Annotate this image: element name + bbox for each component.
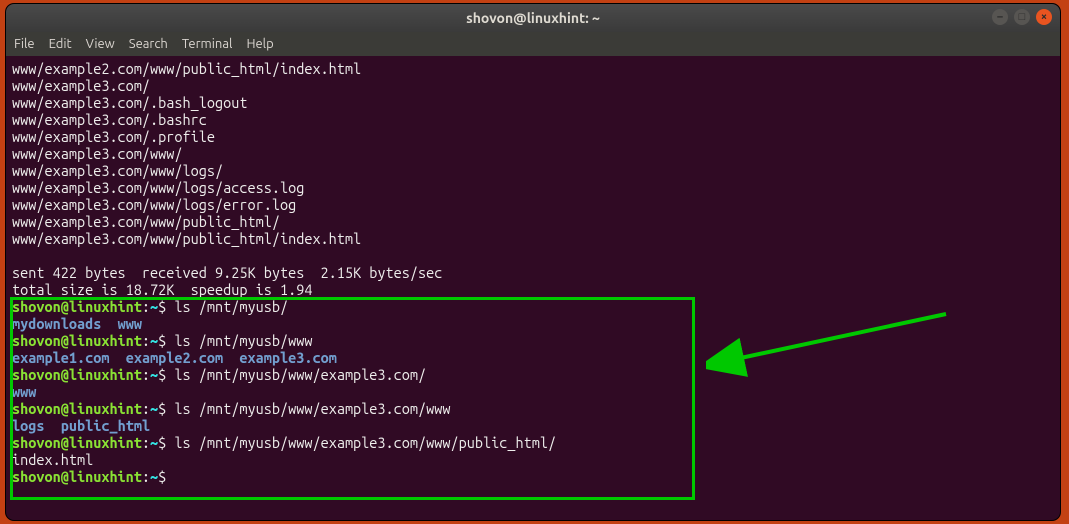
minimize-button[interactable]: – [992,9,1008,25]
window-controls: – □ × [992,9,1052,25]
menu-file[interactable]: File [14,37,35,51]
menu-bar: File Edit View Search Terminal Help [6,32,1060,56]
prompt-user: shovon@linuxhint [12,298,142,315]
dir-entry: www [12,383,36,400]
prompt-user: shovon@linuxhint [12,366,142,383]
output-line: www/example2.com/www/public_html/index.h… [12,60,361,77]
prompt-sep: : [142,400,150,417]
menu-help[interactable]: Help [246,37,273,51]
prompt-path: ~ [150,468,158,485]
dir-entry: public_html [61,417,150,434]
prompt-user: shovon@linuxhint [12,434,142,451]
dir-entry: mydownloads [12,315,101,332]
prompt-user: shovon@linuxhint [12,400,142,417]
output-line: total size is 18.72K speedup is 1.94 [12,281,312,298]
output-line: www/example3.com/.bash_logout [12,94,247,111]
command-text: ls /mnt/myusb/www/example3.com/www/publi… [174,434,556,451]
dir-entry: example3.com [239,349,336,366]
output-line: www/example3.com/www/public_html/index.h… [12,230,361,247]
dir-entry: logs [12,417,44,434]
prompt-path: ~ [150,298,158,315]
menu-view[interactable]: View [86,37,115,51]
close-button[interactable]: × [1036,9,1052,25]
maximize-button[interactable]: □ [1014,9,1030,25]
output-line: www/example3.com/.bashrc [12,111,207,128]
output-line: www/example3.com/www/logs/access.log [12,179,304,196]
prompt-path: ~ [150,366,158,383]
command-text: ls /mnt/myusb/www/example3.com/www [174,400,450,417]
prompt-dollar: $ [158,434,174,451]
menu-search[interactable]: Search [129,37,168,51]
prompt-sep: : [142,468,150,485]
prompt-dollar: $ [158,468,174,485]
maximize-icon: □ [1019,11,1026,23]
command-text: ls /mnt/myusb/www/example3.com/ [174,366,426,383]
output-line: www/example3.com/.profile [12,128,215,145]
dir-entry: example2.com [126,349,223,366]
window-title: shovon@linuxhint: ~ [466,10,600,26]
terminal-output[interactable]: www/example2.com/www/public_html/index.h… [6,56,1060,489]
file-entry: index.html [12,451,93,468]
prompt-path: ~ [150,332,158,349]
output-line: sent 422 bytes received 9.25K bytes 2.15… [12,264,442,281]
prompt-user: shovon@linuxhint [12,332,142,349]
close-icon: × [1041,11,1047,23]
prompt-sep: : [142,298,150,315]
output-line: www/example3.com/www/logs/error.log [12,196,296,213]
output-line: www/example3.com/www/public_html/ [12,213,280,230]
minimize-icon: – [997,11,1003,23]
dir-entry: www [118,315,142,332]
menu-edit[interactable]: Edit [49,37,72,51]
prompt-user: shovon@linuxhint [12,468,142,485]
output-line: www/example3.com/www/ [12,145,183,162]
prompt-path: ~ [150,400,158,417]
output-line: www/example3.com/www/logs/ [12,162,223,179]
menu-terminal[interactable]: Terminal [182,37,233,51]
terminal-window: shovon@linuxhint: ~ – □ × File Edit View… [6,4,1060,520]
prompt-sep: : [142,366,150,383]
command-text: ls /mnt/myusb/www [174,332,312,349]
dir-entry: example1.com [12,349,109,366]
title-bar[interactable]: shovon@linuxhint: ~ – □ × [6,4,1060,32]
prompt-dollar: $ [158,400,174,417]
prompt-sep: : [142,332,150,349]
prompt-sep: : [142,434,150,451]
command-text: ls /mnt/myusb/ [174,298,288,315]
prompt-dollar: $ [158,298,174,315]
prompt-path: ~ [150,434,158,451]
prompt-dollar: $ [158,332,174,349]
output-line: www/example3.com/ [12,77,150,94]
prompt-dollar: $ [158,366,174,383]
